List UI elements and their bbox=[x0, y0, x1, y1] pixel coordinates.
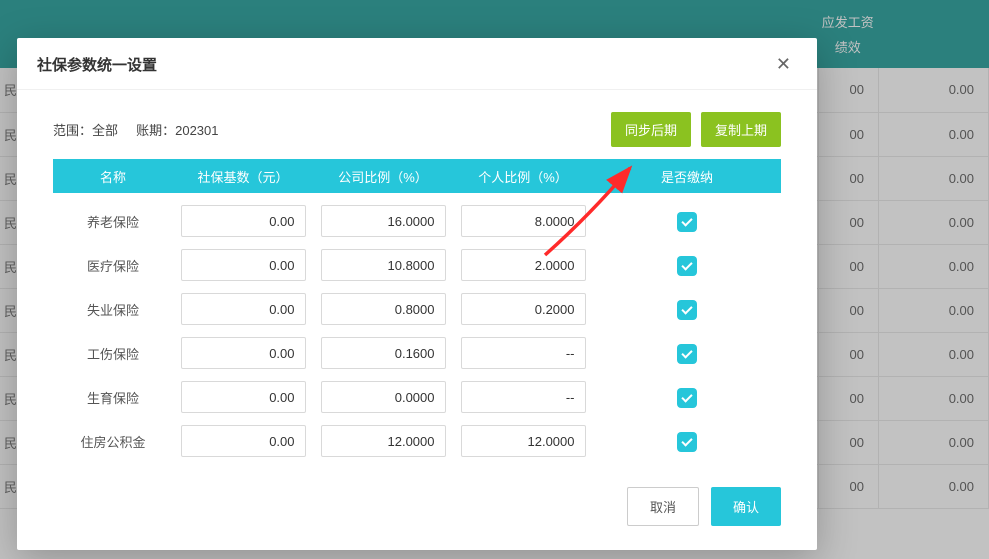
sync-later-button[interactable]: 同步后期 bbox=[611, 112, 691, 147]
base-input[interactable] bbox=[181, 337, 306, 369]
table-row: 住房公积金 bbox=[53, 419, 781, 463]
base-input[interactable] bbox=[181, 425, 306, 457]
pay-checkbox[interactable] bbox=[677, 256, 697, 276]
th-company-rate: 公司比例（%） bbox=[313, 167, 453, 186]
th-pay: 是否缴纳 bbox=[593, 167, 781, 186]
info-row: 范围：全部 账期：202301 同步后期 复制上期 bbox=[17, 90, 817, 159]
action-buttons: 同步后期 复制上期 bbox=[611, 112, 781, 147]
close-button[interactable]: ✕ bbox=[770, 52, 797, 77]
modal-title: 社保参数统一设置 bbox=[37, 54, 157, 75]
table-row: 生育保险 bbox=[53, 375, 781, 419]
row-name: 工伤保险 bbox=[53, 344, 173, 363]
company-rate-input[interactable] bbox=[321, 425, 446, 457]
base-input[interactable] bbox=[181, 293, 306, 325]
base-input[interactable] bbox=[181, 381, 306, 413]
close-icon: ✕ bbox=[776, 54, 791, 74]
modal-footer: 取消 确认 bbox=[17, 463, 817, 532]
row-name: 住房公积金 bbox=[53, 432, 173, 451]
confirm-button[interactable]: 确认 bbox=[711, 487, 781, 526]
cancel-button[interactable]: 取消 bbox=[627, 487, 699, 526]
period-value: 202301 bbox=[175, 123, 218, 138]
social-insurance-modal: 社保参数统一设置 ✕ 范围：全部 账期：202301 同步后期 复制上期 名称 … bbox=[17, 38, 817, 550]
params-table: 名称 社保基数（元） 公司比例（%） 个人比例（%） 是否缴纳 养老保险 医疗保… bbox=[17, 159, 817, 463]
personal-rate-input[interactable] bbox=[461, 337, 586, 369]
row-name: 失业保险 bbox=[53, 300, 173, 319]
th-personal-rate: 个人比例（%） bbox=[453, 167, 593, 186]
table-row: 医疗保险 bbox=[53, 243, 781, 287]
row-name: 生育保险 bbox=[53, 388, 173, 407]
base-input[interactable] bbox=[181, 205, 306, 237]
copy-prev-button[interactable]: 复制上期 bbox=[701, 112, 781, 147]
pay-checkbox[interactable] bbox=[677, 344, 697, 364]
table-header-row: 名称 社保基数（元） 公司比例（%） 个人比例（%） 是否缴纳 bbox=[53, 159, 781, 193]
pay-checkbox[interactable] bbox=[677, 432, 697, 452]
period-label: 账期： bbox=[136, 123, 175, 138]
personal-rate-input[interactable] bbox=[461, 205, 586, 237]
personal-rate-input[interactable] bbox=[461, 425, 586, 457]
pay-checkbox[interactable] bbox=[677, 212, 697, 232]
personal-rate-input[interactable] bbox=[461, 381, 586, 413]
table-row: 工伤保险 bbox=[53, 331, 781, 375]
pay-checkbox[interactable] bbox=[677, 300, 697, 320]
pay-checkbox[interactable] bbox=[677, 388, 697, 408]
base-input[interactable] bbox=[181, 249, 306, 281]
company-rate-input[interactable] bbox=[321, 381, 446, 413]
scope-period-info: 范围：全部 账期：202301 bbox=[53, 120, 219, 139]
modal-header: 社保参数统一设置 ✕ bbox=[17, 38, 817, 90]
company-rate-input[interactable] bbox=[321, 293, 446, 325]
personal-rate-input[interactable] bbox=[461, 249, 586, 281]
company-rate-input[interactable] bbox=[321, 337, 446, 369]
row-name: 医疗保险 bbox=[53, 256, 173, 275]
personal-rate-input[interactable] bbox=[461, 293, 586, 325]
th-base: 社保基数（元） bbox=[173, 167, 313, 186]
company-rate-input[interactable] bbox=[321, 205, 446, 237]
table-row: 养老保险 bbox=[53, 199, 781, 243]
company-rate-input[interactable] bbox=[321, 249, 446, 281]
row-name: 养老保险 bbox=[53, 212, 173, 231]
th-name: 名称 bbox=[53, 167, 173, 186]
scope-value: 全部 bbox=[92, 123, 118, 138]
scope-label: 范围： bbox=[53, 123, 92, 138]
table-row: 失业保险 bbox=[53, 287, 781, 331]
